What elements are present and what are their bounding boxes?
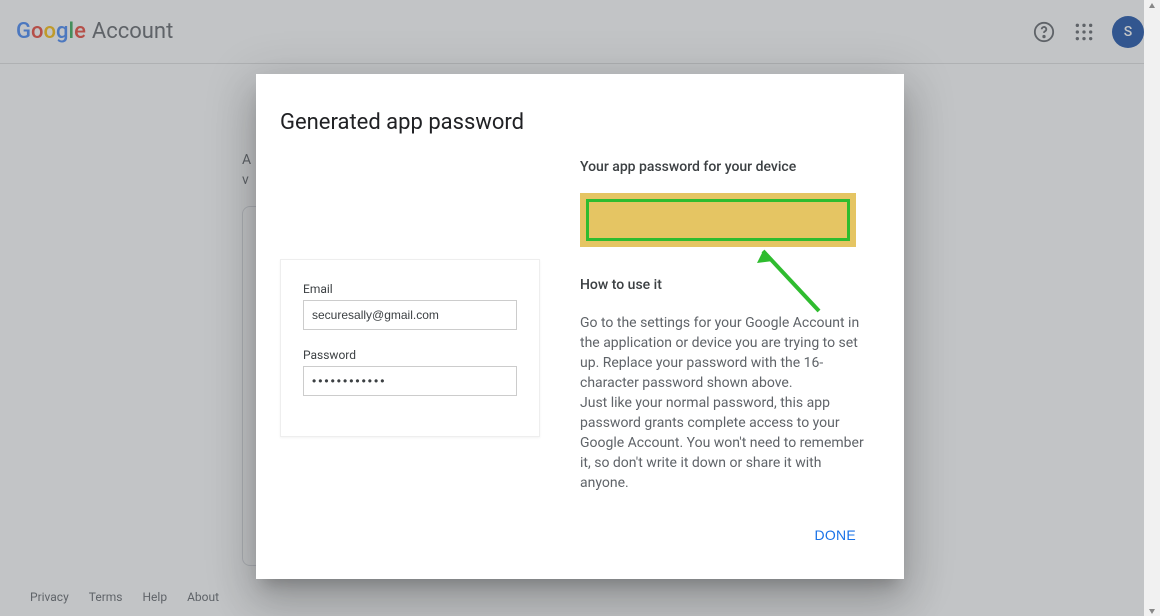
email-label: Email — [303, 282, 517, 296]
dialog-actions: DONE — [280, 519, 868, 551]
howto-title: How to use it — [580, 277, 868, 293]
email-field — [303, 300, 517, 330]
app-password-box — [580, 193, 856, 247]
password-field — [303, 366, 517, 396]
dialog-right-column: Your app password for your device How to… — [580, 159, 868, 493]
app-password-highlight — [586, 199, 850, 241]
app-password-dialog: Generated app password Email Password Yo… — [256, 74, 904, 579]
app-password-heading: Your app password for your device — [580, 159, 868, 175]
howto-body: Go to the settings for your Google Accou… — [580, 313, 868, 493]
dialog-title: Generated app password — [280, 110, 868, 135]
credentials-card: Email Password — [280, 259, 540, 437]
scrollbar[interactable] — [1144, 0, 1160, 616]
dialog-body: Email Password Your app password for you… — [280, 159, 868, 493]
dialog-left-column: Email Password — [280, 159, 540, 493]
password-label: Password — [303, 348, 517, 362]
modal-scrim: Generated app password Email Password Yo… — [0, 0, 1160, 616]
done-button[interactable]: DONE — [803, 519, 868, 551]
